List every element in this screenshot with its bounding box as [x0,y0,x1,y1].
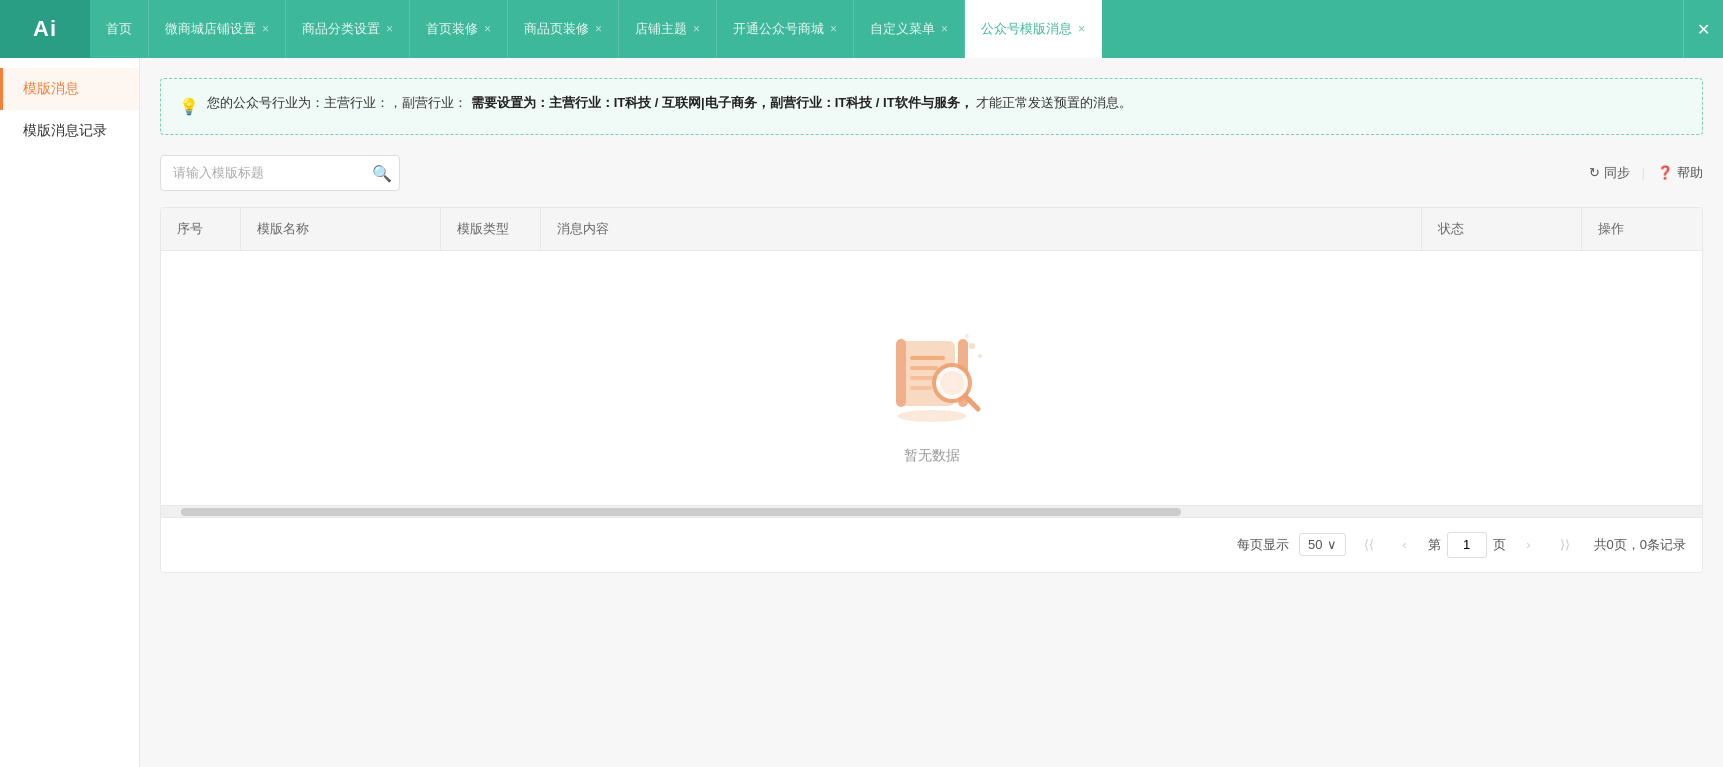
nav-tab-template-msg[interactable]: 公众号模版消息× [965,0,1102,58]
page-size-chevron-icon: ∨ [1327,537,1337,552]
close-tab-custom-menu-icon[interactable]: × [941,22,948,36]
svg-rect-2 [896,339,906,407]
page-prev-button[interactable]: ‹ [1392,532,1418,558]
page-first-button[interactable]: ⟨⟨ [1356,532,1382,558]
page-current-wrap: 第 页 [1428,532,1506,558]
notice-banner: 💡 您的公众号行业为：主营行业：，副营行业： 需要设置为：主营行业：IT科技 /… [160,78,1703,135]
page-number-input[interactable] [1447,532,1487,558]
page-last-button[interactable]: ⟩⟩ [1552,532,1578,558]
th-status: 状态 [1422,208,1582,250]
search-button[interactable]: 🔍 [372,163,392,182]
horizontal-scrollbar[interactable] [161,505,1702,517]
help-icon: ❓ [1657,165,1673,180]
close-tab-template-msg-icon[interactable]: × [1078,22,1085,36]
sync-button[interactable]: ↻ 同步 [1589,164,1630,182]
svg-rect-7 [910,386,932,390]
svg-rect-4 [910,356,945,360]
content-area: 💡 您的公众号行业为：主营行业：，副营行业： 需要设置为：主营行业：IT科技 /… [140,58,1723,767]
close-tab-product-decor-icon[interactable]: × [595,22,602,36]
search-input[interactable] [160,155,400,191]
empty-state: 暂无数据 [161,251,1702,505]
page-size-select[interactable]: 50 ∨ [1299,533,1345,556]
search-bar: 🔍 ↻ 同步 | ❓ 帮助 [160,155,1703,191]
nav-tab-home[interactable]: 首页 [90,0,149,58]
svg-point-12 [978,354,982,358]
close-tab-theme-icon[interactable]: × [693,22,700,36]
svg-point-0 [897,410,967,422]
nav-tabs: 首页微商城店铺设置×商品分类设置×首页装修×商品页装修×店铺主题×开通公众号商城… [90,0,1683,58]
nav-tab-category[interactable]: 商品分类设置× [286,0,410,58]
close-all-button[interactable]: ✕ [1683,0,1723,58]
sync-icon: ↻ [1589,165,1600,180]
nav-tab-home-decor[interactable]: 首页装修× [410,0,508,58]
sidebar-item-template-log[interactable]: 模版消息记录 [0,110,139,152]
page-size-label: 每页显示 [1237,536,1289,554]
th-name: 模版名称 [241,208,441,250]
nav-tab-weshop[interactable]: 微商城店铺设置× [149,0,286,58]
toolbar-right: ↻ 同步 | ❓ 帮助 [1589,164,1703,182]
svg-point-9 [940,371,964,395]
empty-text: 暂无数据 [904,447,960,465]
top-nav: Ai 首页微商城店铺设置×商品分类设置×首页装修×商品页装修×店铺主题×开通公众… [0,0,1723,58]
scrollbar-thumb[interactable] [181,508,1181,516]
notice-text: 您的公众号行业为：主营行业：，副营行业： 需要设置为：主营行业：IT科技 / 互… [207,93,1132,114]
page-unit: 页 [1493,536,1506,554]
toolbar-divider: | [1642,165,1645,180]
sidebar: 模版消息模版消息记录 [0,58,140,767]
empty-illustration [872,311,992,431]
th-type: 模版类型 [441,208,541,250]
nav-tab-open-mall[interactable]: 开通公众号商城× [717,0,854,58]
notice-icon: 💡 [179,94,199,120]
svg-rect-5 [910,366,938,370]
table-header: 序号 模版名称 模版类型 消息内容 状态 操作 [161,208,1702,251]
nav-tab-custom-menu[interactable]: 自定义菜单× [854,0,965,58]
page-size-value: 50 [1308,537,1322,552]
nav-tab-theme[interactable]: 店铺主题× [619,0,717,58]
page-label: 第 [1428,536,1441,554]
page-next-button[interactable]: › [1516,532,1542,558]
close-tab-weshop-icon[interactable]: × [262,22,269,36]
svg-point-11 [969,343,975,349]
nav-tab-product-decor[interactable]: 商品页装修× [508,0,619,58]
svg-point-13 [965,334,969,338]
page-total: 共0页，0条记录 [1594,536,1686,554]
close-tab-open-mall-icon[interactable]: × [830,22,837,36]
close-tab-category-icon[interactable]: × [386,22,393,36]
logo: Ai [0,0,90,58]
close-tab-home-decor-icon[interactable]: × [484,22,491,36]
th-seq: 序号 [161,208,241,250]
search-input-wrap: 🔍 [160,155,400,191]
th-content: 消息内容 [541,208,1422,250]
main-layout: 模版消息模版消息记录 💡 您的公众号行业为：主营行业：，副营行业： 需要设置为：… [0,58,1723,767]
pagination: 每页显示 50 ∨ ⟨⟨ ‹ 第 页 › ⟩⟩ 共0页，0条记录 [161,517,1702,572]
sidebar-item-template-msg[interactable]: 模版消息 [0,68,139,110]
table-wrap: 序号 模版名称 模版类型 消息内容 状态 操作 [160,207,1703,573]
help-button[interactable]: ❓ 帮助 [1657,164,1703,182]
th-action: 操作 [1582,208,1702,250]
